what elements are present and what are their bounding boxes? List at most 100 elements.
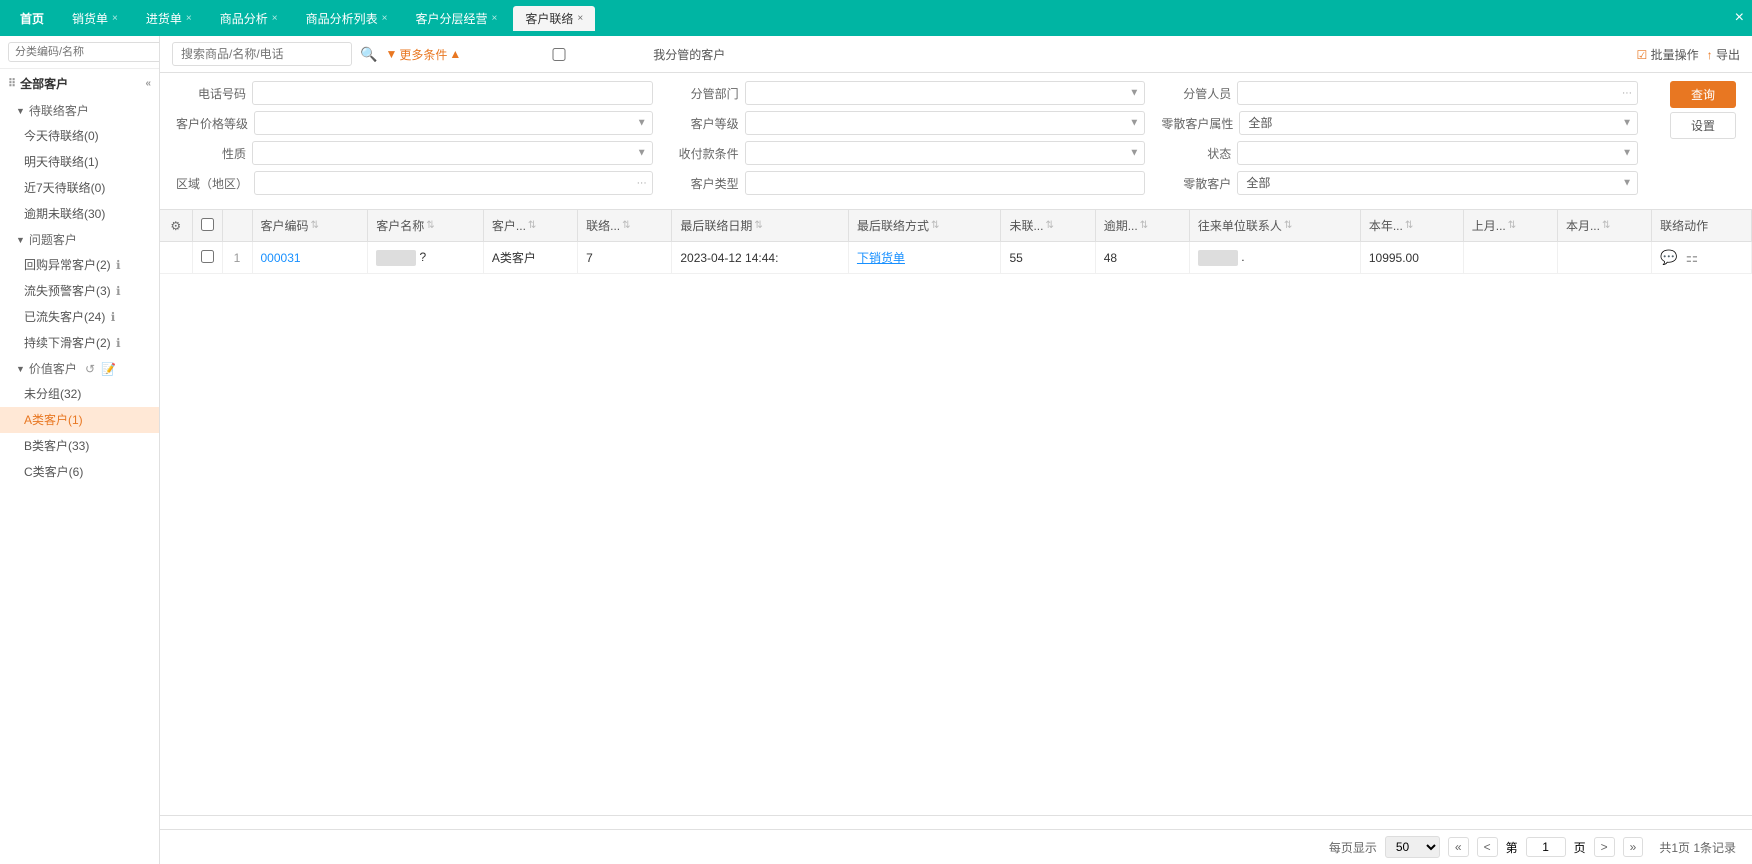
filter-price-level-wrap: ▼ [254, 111, 653, 135]
row-last-method[interactable]: 下销货单 [848, 242, 1001, 274]
close-customer-tier-icon[interactable]: × [491, 13, 497, 24]
nav-customer-tier[interactable]: 客户分层经营 × [403, 6, 509, 31]
page-size-select[interactable]: 50 100 200 [1385, 836, 1440, 858]
chat-icon[interactable]: 💬 [1660, 249, 1677, 266]
query-button[interactable]: 查询 [1670, 81, 1736, 108]
nav-goods-analysis-list[interactable]: 商品分析列表 × [294, 6, 400, 31]
sidebar-item-7days-contact[interactable]: 近7天待联络(0) [0, 175, 159, 201]
group-problem-customer[interactable]: ▼ 问题客户 [0, 227, 159, 252]
close-purchase-icon[interactable]: × [186, 13, 192, 24]
filter-customer-level-select[interactable] [745, 111, 1146, 135]
table-header-row: ⚙ 客户编码 ⇅ 客户名称 [160, 210, 1752, 242]
nav-home[interactable]: 首页 [8, 6, 56, 31]
col-settings[interactable]: ⚙ [160, 210, 192, 242]
filter-phone-input[interactable] [252, 81, 653, 105]
sort-unit-contact-icon[interactable]: ⇅ [1284, 220, 1292, 231]
filter-dept-select[interactable] [745, 81, 1146, 105]
close-all-button[interactable]: × [1735, 9, 1744, 27]
search-input[interactable] [172, 42, 352, 66]
sort-name-icon[interactable]: ⇅ [426, 220, 434, 231]
sort-type-icon[interactable]: ⇅ [528, 220, 536, 231]
group-value-customer[interactable]: ▼ 价值客户 ↺ 📝 [0, 356, 159, 381]
nav-sales[interactable]: 销货单 × [60, 6, 130, 31]
qr-icon[interactable]: ⚏ [1686, 249, 1699, 266]
select-all-checkbox[interactable] [201, 218, 214, 231]
close-goods-analysis-icon[interactable]: × [272, 13, 278, 24]
row-name: ? [368, 242, 484, 274]
sidebar-item-class-b[interactable]: B类客户(33) [0, 433, 159, 459]
filter-label-customer-type: 客户类型 [669, 175, 739, 192]
sidebar-collapse-icon[interactable]: « [145, 78, 151, 89]
page-number-input[interactable] [1526, 837, 1566, 857]
action-icons: 💬 ⚏ [1660, 249, 1743, 266]
filter-price-level-select[interactable] [254, 111, 653, 135]
filter-label-person: 分管人员 [1161, 85, 1231, 102]
horizontal-scrollbar[interactable] [160, 815, 1752, 829]
sidebar-item-overdue-contact[interactable]: 逾期未联络(30) [0, 201, 159, 227]
more-filters-button[interactable]: ▼ 更多条件 ▲ [385, 46, 461, 63]
row-this-month [1557, 242, 1651, 274]
export-button[interactable]: ↑ 导出 [1707, 46, 1740, 63]
batch-action-button[interactable]: ☑ 批量操作 [1637, 46, 1699, 63]
last-page-button[interactable]: » [1623, 837, 1644, 857]
group-pending-contact[interactable]: ▼ 待联络客户 [0, 98, 159, 123]
sort-not-contact-icon[interactable]: ⇅ [1045, 220, 1053, 231]
filter-cell-retail: 零散客户 全部 ▼ [1161, 171, 1638, 195]
row-last-date: 2023-04-12 14:44: [672, 242, 849, 274]
filter-cell-payment: 收付款条件 ▼ [669, 141, 1146, 165]
prev-page-button[interactable]: < [1477, 837, 1498, 857]
sidebar-item-tomorrow-contact[interactable]: 明天待联络(1) [0, 149, 159, 175]
sort-this-month-icon[interactable]: ⇅ [1602, 220, 1610, 231]
sidebar-item-today-contact[interactable]: 今天待联络(0) [0, 123, 159, 149]
sort-last-date-icon[interactable]: ⇅ [754, 220, 762, 231]
col-checkbox [192, 210, 222, 242]
sort-contact-icon[interactable]: ⇅ [622, 220, 630, 231]
row-code[interactable]: 000031 [252, 242, 368, 274]
close-goods-analysis-list-icon[interactable]: × [382, 13, 388, 24]
row-checkbox[interactable] [201, 250, 214, 263]
sort-this-year-icon[interactable]: ⇅ [1405, 220, 1413, 231]
filter-action-buttons: 查询 设置 [1670, 81, 1736, 139]
sidebar-item-declining[interactable]: 持续下滑客户(2) ℹ [0, 330, 159, 356]
filter-payment-select[interactable] [745, 141, 1146, 165]
filter-customer-type-wrap [745, 171, 1146, 195]
nav-customer-contact[interactable]: 客户联络 × [513, 6, 595, 31]
nav-purchase[interactable]: 进货单 × [134, 6, 204, 31]
row-this-year: 10995.00 [1360, 242, 1463, 274]
filter-retail-attr-select[interactable]: 全部 [1239, 111, 1638, 135]
sidebar-item-churned[interactable]: 已流失客户(24) ℹ [0, 304, 159, 330]
sort-last-method-icon[interactable]: ⇅ [931, 220, 939, 231]
sort-last-month-icon[interactable]: ⇅ [1508, 220, 1516, 231]
sidebar-item-unclassified[interactable]: 未分组(32) [0, 381, 159, 407]
first-page-button[interactable]: « [1448, 837, 1469, 857]
sidebar-item-churn-warning[interactable]: 流失预警客户(3) ℹ [0, 278, 159, 304]
sort-overdue-icon[interactable]: ⇅ [1140, 220, 1148, 231]
sidebar-item-class-c[interactable]: C类客户(6) [0, 459, 159, 485]
filter-status-select[interactable] [1237, 141, 1638, 165]
all-customers-header[interactable]: ⠿ 全部客户 « [0, 69, 159, 98]
search-button[interactable]: 🔍 [360, 46, 377, 63]
filter-nature-select[interactable] [252, 141, 653, 165]
my-customer-checkbox[interactable]: 我分管的客户 [469, 46, 725, 63]
filter-row-4: 区域（地区） ··· 客户类型 [176, 171, 1638, 195]
sidebar-item-class-a[interactable]: A类客户(1) [0, 407, 159, 433]
last-method-link[interactable]: 下销货单 [857, 251, 905, 265]
filter-label-nature: 性质 [176, 145, 246, 162]
filter-cell-customer-level: 客户等级 ▼ [669, 111, 1146, 135]
my-customer-check[interactable] [469, 48, 649, 61]
filter-person-input[interactable] [1237, 81, 1638, 105]
sort-code-icon[interactable]: ⇅ [311, 220, 319, 231]
filter-region-input[interactable] [254, 171, 653, 195]
close-customer-contact-icon[interactable]: × [577, 13, 583, 24]
sidebar-search-input[interactable] [8, 42, 160, 62]
filter-customer-type-input[interactable] [745, 171, 1146, 195]
nav-goods-analysis[interactable]: 商品分析 × [208, 6, 290, 31]
sidebar-item-abnormal-repurchase[interactable]: 回购异常客户(2) ℹ [0, 252, 159, 278]
filter-retail-select[interactable]: 全部 [1237, 171, 1638, 195]
setting-button[interactable]: 设置 [1670, 112, 1736, 139]
close-sales-icon[interactable]: × [112, 13, 118, 24]
page-label-before: 第 [1506, 839, 1518, 856]
filter-label-phone: 电话号码 [176, 85, 246, 102]
col-last-date: 最后联络日期 ⇅ [672, 210, 849, 242]
next-page-button[interactable]: > [1594, 837, 1615, 857]
